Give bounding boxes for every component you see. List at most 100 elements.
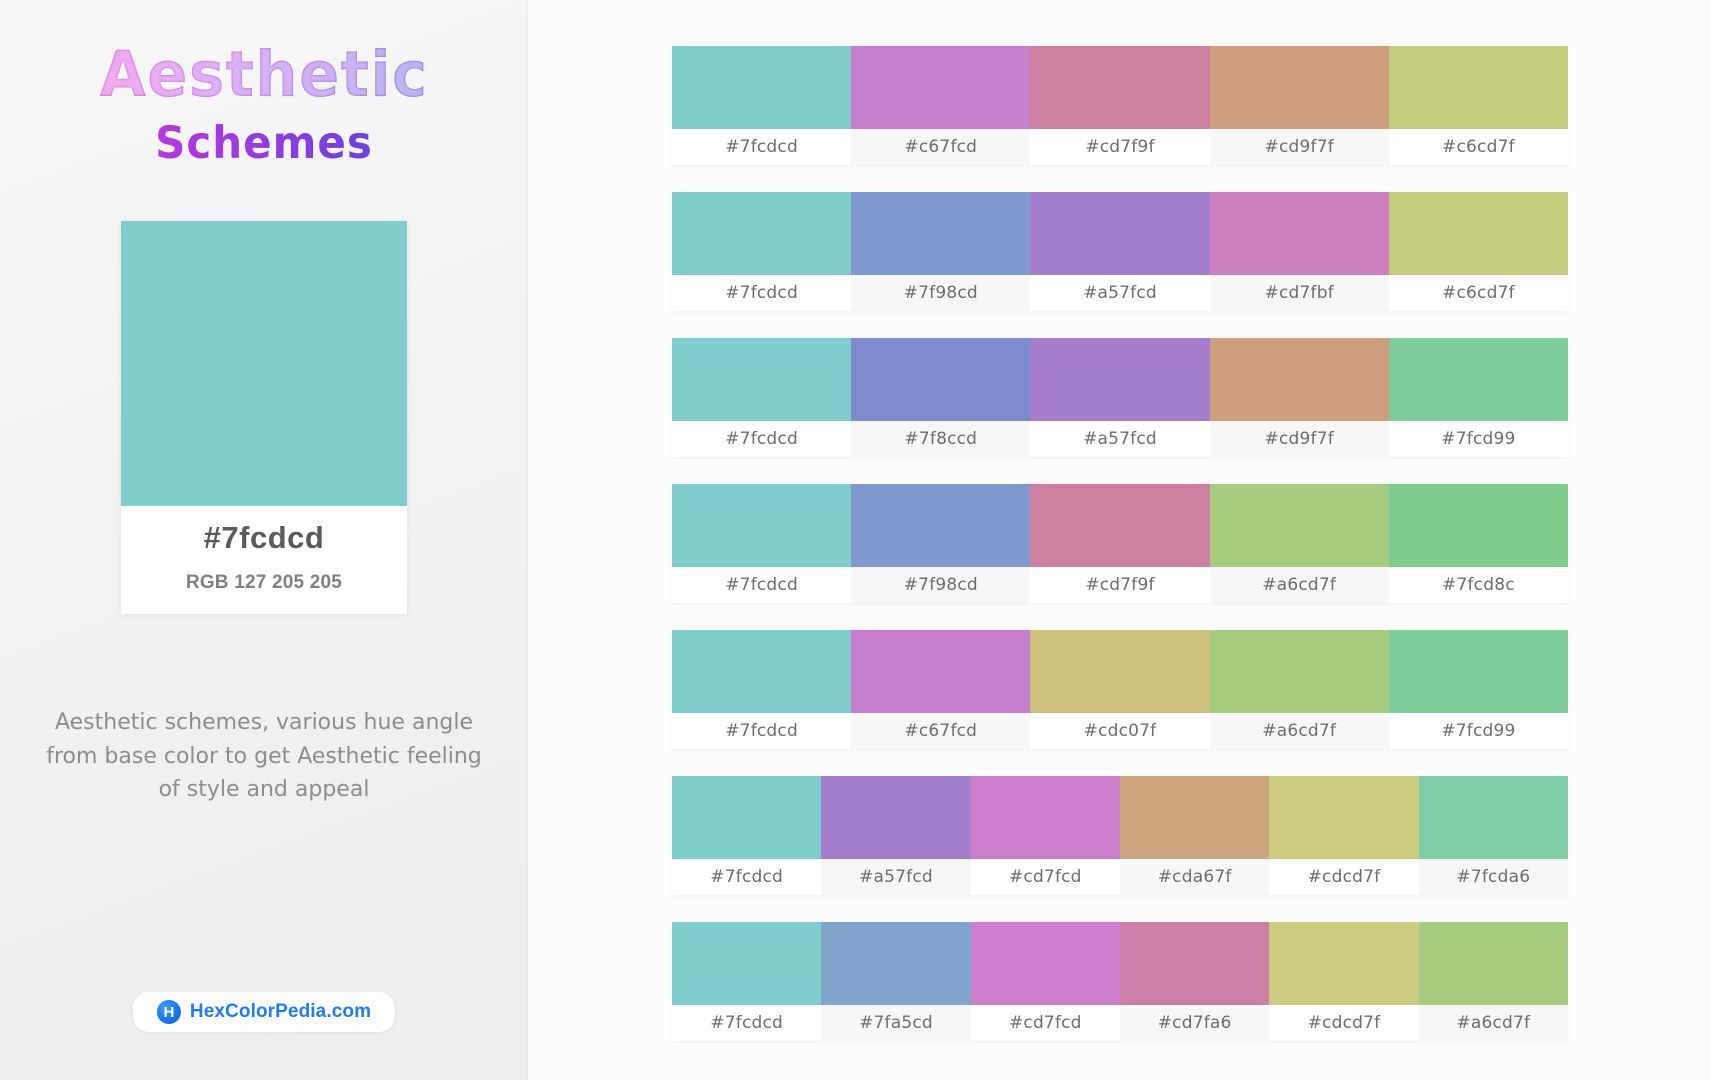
palette-swatch-color[interactable] bbox=[1119, 922, 1270, 1005]
palette-swatch-color[interactable] bbox=[1030, 46, 1210, 129]
palette-swatch-color[interactable] bbox=[1388, 46, 1569, 129]
palette-swatch[interactable]: #7fcdcd bbox=[672, 46, 852, 165]
palette-swatch[interactable]: #7fcd99 bbox=[1388, 630, 1569, 749]
palette-swatch-color[interactable] bbox=[672, 338, 852, 421]
palette-swatch[interactable]: #a6cd7f bbox=[1209, 484, 1389, 603]
palette-swatch[interactable]: #cdc07f bbox=[1030, 630, 1210, 749]
palette-swatch-hex-label: #a57fcd bbox=[1030, 275, 1210, 311]
palette-swatch-color[interactable] bbox=[970, 922, 1120, 1005]
palette-swatch-color[interactable] bbox=[672, 776, 822, 859]
palette-swatch[interactable]: #c67fcd bbox=[851, 630, 1031, 749]
palette-swatch-color[interactable] bbox=[1030, 338, 1210, 421]
palette-swatch-color[interactable] bbox=[1030, 630, 1210, 713]
left-info-panel: Aesthetic Schemes #7fcdcd RGB 127 205 20… bbox=[0, 0, 528, 1080]
palette-swatch-color[interactable] bbox=[1209, 192, 1389, 275]
description-line-3: of style and appeal bbox=[158, 776, 370, 802]
palette-swatch-color[interactable] bbox=[672, 922, 822, 1005]
palette-swatch[interactable]: #c67fcd bbox=[851, 46, 1031, 165]
palette-swatch-hex-label: #7fcd99 bbox=[1388, 421, 1569, 457]
palette-swatch-color[interactable] bbox=[821, 922, 971, 1005]
palette-swatch[interactable]: #7fcdcd bbox=[672, 192, 852, 311]
palette-swatch[interactable]: #cd7fcd bbox=[970, 922, 1120, 1041]
palette-swatch[interactable]: #7fcdcd bbox=[672, 630, 852, 749]
palette-swatch[interactable]: #cdcd7f bbox=[1269, 776, 1419, 895]
palette-swatch[interactable]: #cd7fa6 bbox=[1119, 922, 1270, 1041]
palette-swatch-color[interactable] bbox=[1209, 630, 1389, 713]
palette-swatch-color[interactable] bbox=[672, 630, 852, 713]
description-line-2: from base color to get Aesthetic feeling bbox=[46, 743, 482, 769]
palette-swatch[interactable]: #cdcd7f bbox=[1269, 922, 1419, 1041]
palette-swatch[interactable]: #7f8ccd bbox=[851, 338, 1031, 457]
palette-swatch-color[interactable] bbox=[1119, 776, 1270, 859]
palette-swatch-color[interactable] bbox=[1418, 776, 1568, 859]
palette-swatch[interactable]: #a57fcd bbox=[1030, 192, 1210, 311]
palette-swatch-hex-label: #cd7fbf bbox=[1209, 275, 1389, 311]
palette-swatch-hex-label: #cda67f bbox=[1119, 859, 1270, 895]
palette-swatch-hex-label: #cd9f7f bbox=[1209, 421, 1389, 457]
palette-swatch-color[interactable] bbox=[1030, 484, 1210, 567]
palette-swatch-color[interactable] bbox=[1388, 630, 1569, 713]
palette-swatch-hex-label: #a57fcd bbox=[821, 859, 971, 895]
base-color-card-body: #7fcdcd RGB 127 205 205 bbox=[121, 506, 407, 614]
site-badge-label: HexColorPedia.com bbox=[189, 1001, 372, 1022]
palette-swatch-color[interactable] bbox=[1418, 922, 1568, 1005]
palette-swatch[interactable]: #7fcd99 bbox=[1388, 338, 1569, 457]
palette-swatch[interactable]: #7fcd8c bbox=[1388, 484, 1569, 603]
palette-swatch-color[interactable] bbox=[1388, 484, 1569, 567]
palette-swatch[interactable]: #a6cd7f bbox=[1209, 630, 1389, 749]
palette-swatch[interactable]: #a57fcd bbox=[1030, 338, 1210, 457]
palette-swatch-color[interactable] bbox=[672, 46, 852, 129]
palette-swatch-hex-label: #7fa5cd bbox=[821, 1005, 971, 1041]
palette-swatch-hex-label: #7fcdcd bbox=[672, 275, 852, 311]
palette-swatch-color[interactable] bbox=[821, 776, 971, 859]
palette-row: #7fcdcd #7f98cd #cd7f9f #a6cd7f #7fcd8c bbox=[672, 484, 1569, 603]
palette-panel: #7fcdcd #c67fcd #cd7f9f #cd9f7f #c6cd7f #7fcd… bbox=[528, 0, 1711, 1080]
palette-swatch-color[interactable] bbox=[970, 776, 1120, 859]
palette-swatch-color[interactable] bbox=[672, 192, 852, 275]
palette-row: #7fcdcd #c67fcd #cdc07f #a6cd7f #7fcd99 bbox=[672, 630, 1569, 749]
palette-swatch[interactable]: #7fcdcd bbox=[672, 922, 822, 1041]
palette-swatch[interactable]: #7fcdcd bbox=[672, 338, 852, 457]
palette-swatch-color[interactable] bbox=[851, 46, 1031, 129]
palette-swatch[interactable]: #a6cd7f bbox=[1418, 922, 1568, 1041]
palette-swatch-color[interactable] bbox=[851, 484, 1031, 567]
palette-swatch-color[interactable] bbox=[1388, 338, 1569, 421]
palette-swatch-color[interactable] bbox=[1209, 46, 1389, 129]
palette-swatch-color[interactable] bbox=[851, 192, 1031, 275]
palette-swatch-color[interactable] bbox=[851, 338, 1031, 421]
palette-swatch-color[interactable] bbox=[1030, 192, 1210, 275]
base-color-hex: #7fcdcd bbox=[203, 520, 325, 556]
palette-swatch-color[interactable] bbox=[1269, 776, 1419, 859]
palette-swatch-color[interactable] bbox=[672, 484, 852, 567]
palette-swatch-color[interactable] bbox=[1269, 922, 1419, 1005]
palette-swatch[interactable]: #c6cd7f bbox=[1388, 46, 1569, 165]
palette-swatch-color[interactable] bbox=[1209, 338, 1389, 421]
palette-swatch[interactable]: #7fcdcd bbox=[672, 484, 852, 603]
palette-swatch-hex-label: #a6cd7f bbox=[1209, 713, 1389, 749]
palette-swatch[interactable]: #cd7fbf bbox=[1209, 192, 1389, 311]
palette-swatch[interactable]: #7f98cd bbox=[851, 192, 1031, 311]
palette-row: #7fcdcd #a57fcd #cd7fcd #cda67f #cdcd7f #7fcd… bbox=[672, 776, 1568, 895]
site-badge[interactable]: H HexColorPedia.com bbox=[132, 992, 396, 1032]
base-color-card[interactable]: #7fcdcd RGB 127 205 205 bbox=[121, 221, 407, 615]
palette-swatch[interactable]: #7f98cd bbox=[851, 484, 1031, 603]
palette-swatch[interactable]: #cd7fcd bbox=[970, 776, 1120, 895]
title-sub: Schemes bbox=[0, 119, 528, 167]
palette-swatch[interactable]: #a57fcd bbox=[821, 776, 971, 895]
palette-swatch[interactable]: #cd9f7f bbox=[1209, 46, 1389, 165]
palette-swatch-hex-label: #cdcd7f bbox=[1269, 1005, 1419, 1041]
palette-swatch[interactable]: #7fa5cd bbox=[821, 922, 971, 1041]
description-text: Aesthetic schemes, various hue angle fro… bbox=[34, 706, 494, 806]
palette-swatch-hex-label: #7fcdcd bbox=[672, 567, 852, 603]
palette-swatch[interactable]: #7fcda6 bbox=[1418, 776, 1568, 895]
palette-swatch-color[interactable] bbox=[851, 630, 1031, 713]
palette-swatch[interactable]: #cd7f9f bbox=[1030, 46, 1210, 165]
palette-swatch-color[interactable] bbox=[1209, 484, 1389, 567]
base-color-swatch[interactable] bbox=[121, 221, 407, 507]
palette-swatch[interactable]: #7fcdcd bbox=[672, 776, 822, 895]
palette-swatch[interactable]: #cd9f7f bbox=[1209, 338, 1389, 457]
palette-swatch-color[interactable] bbox=[1388, 192, 1569, 275]
palette-swatch[interactable]: #cda67f bbox=[1119, 776, 1270, 895]
palette-swatch[interactable]: #c6cd7f bbox=[1388, 192, 1569, 311]
palette-swatch[interactable]: #cd7f9f bbox=[1030, 484, 1210, 603]
